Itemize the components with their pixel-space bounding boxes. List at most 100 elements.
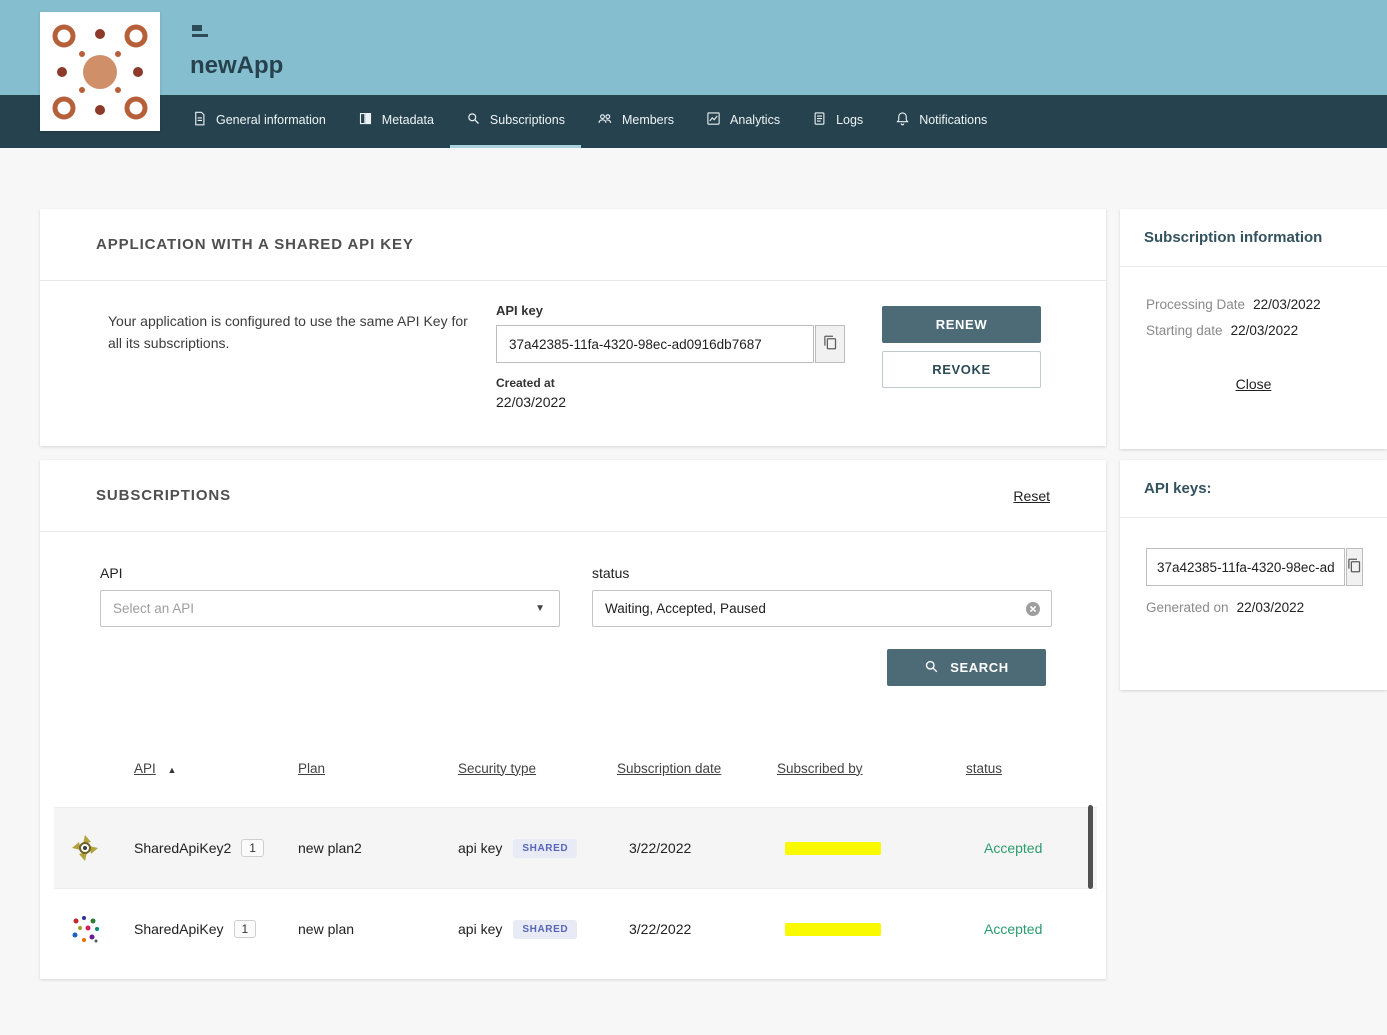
tab-logs[interactable]: Logs bbox=[796, 95, 879, 148]
shared-api-key-card-header: APPLICATION WITH A SHARED API KEY bbox=[40, 209, 1106, 281]
clipboard-icon bbox=[823, 335, 838, 353]
security-type-cell: api key SHARED bbox=[458, 839, 613, 858]
app-logo-pattern bbox=[48, 20, 152, 124]
security-type-cell: api key SHARED bbox=[458, 920, 613, 939]
column-header-security-type: Security type bbox=[458, 761, 613, 776]
shared-key-description: Your application is configured to use th… bbox=[108, 311, 480, 354]
column-header-plan: Plan bbox=[298, 761, 458, 776]
tab-label: Metadata bbox=[382, 113, 434, 127]
app-logo bbox=[40, 12, 160, 131]
security-type: api key bbox=[458, 840, 502, 856]
copy-api-key-button[interactable] bbox=[815, 325, 845, 363]
chart-icon bbox=[706, 111, 721, 129]
sort-link-plan[interactable]: Plan bbox=[298, 761, 325, 776]
panel-title: Subscription information bbox=[1144, 229, 1322, 246]
shared-api-key-card: APPLICATION WITH A SHARED API KEY Your a… bbox=[40, 209, 1106, 446]
api-name: SharedApiKey2 bbox=[134, 840, 231, 856]
shared-chip: SHARED bbox=[513, 920, 577, 939]
subscriptions-table: API ▲ Plan Security type Subscription da… bbox=[54, 729, 1097, 969]
api-keys-body: Generated on 22/03/2022 bbox=[1120, 518, 1387, 615]
document-icon bbox=[192, 111, 207, 129]
panel-title: API keys: bbox=[1144, 480, 1212, 497]
subscription-filters: API ▼ status SEARCH bbox=[40, 537, 1106, 729]
created-at-block: Created at 22/03/2022 bbox=[496, 376, 845, 410]
api-keys-panel: API keys: Generated on 22/03/2022 bbox=[1120, 460, 1387, 690]
tab-notifications[interactable]: Notifications bbox=[879, 95, 1003, 148]
processing-date-row: Processing Date 22/03/2022 bbox=[1146, 297, 1361, 312]
redacted-highlight bbox=[785, 842, 881, 855]
api-count-badge: 1 bbox=[241, 839, 264, 857]
subscription-information-header: Subscription information bbox=[1120, 209, 1387, 267]
api-count-badge: 1 bbox=[234, 920, 257, 938]
shared-chip: SHARED bbox=[513, 839, 577, 858]
created-at-value: 22/03/2022 bbox=[496, 394, 845, 410]
revoke-button[interactable]: REVOKE bbox=[882, 351, 1041, 388]
status-cell: Accepted bbox=[948, 840, 1097, 856]
bell-icon bbox=[895, 111, 910, 129]
status-select[interactable] bbox=[592, 590, 1052, 627]
starting-date-label: Starting date bbox=[1146, 323, 1223, 338]
table-row[interactable]: SharedApiKey 1 new plan api key SHARED 3… bbox=[54, 888, 1097, 969]
status-cell: Accepted bbox=[948, 921, 1097, 937]
app-type-icon bbox=[190, 28, 210, 45]
sort-link-status[interactable]: status bbox=[966, 761, 1002, 776]
people-icon bbox=[597, 111, 613, 129]
sort-link-api[interactable]: API bbox=[134, 761, 156, 776]
scrollbar-thumb[interactable] bbox=[1088, 805, 1093, 889]
tab-analytics[interactable]: Analytics bbox=[690, 95, 796, 148]
api-select[interactable]: ▼ bbox=[100, 590, 560, 627]
tab-subscriptions[interactable]: Subscriptions bbox=[450, 95, 581, 148]
tab-general-information[interactable]: General information bbox=[176, 95, 342, 148]
api-name-cell: SharedApiKey2 1 bbox=[116, 839, 298, 857]
table-header-row: API ▲ Plan Security type Subscription da… bbox=[54, 729, 1097, 807]
sort-link-subscription-date[interactable]: Subscription date bbox=[617, 761, 721, 776]
subscriptions-card-header: SUBSCRIPTIONS Reset bbox=[40, 460, 1106, 532]
security-type: api key bbox=[458, 921, 502, 937]
api-key-input[interactable] bbox=[496, 325, 814, 363]
tab-label: Analytics bbox=[730, 113, 780, 127]
starting-date-row: Starting date 22/03/2022 bbox=[1146, 323, 1361, 338]
app-header: newApp bbox=[0, 0, 1387, 95]
search-button[interactable]: SEARCH bbox=[887, 649, 1046, 686]
plan-cell: new plan2 bbox=[298, 840, 458, 856]
tab-label: Logs bbox=[836, 113, 863, 127]
renew-button[interactable]: RENEW bbox=[882, 306, 1041, 343]
clipboard-icon bbox=[1347, 558, 1362, 576]
status-filter: status bbox=[592, 565, 1052, 627]
api-select-input[interactable] bbox=[101, 601, 535, 616]
close-link[interactable]: Close bbox=[1236, 376, 1272, 392]
copy-api-key-button[interactable] bbox=[1346, 548, 1363, 586]
table-row[interactable]: SharedApiKey2 1 new plan2 api key SHARED… bbox=[54, 807, 1097, 888]
tab-label: Members bbox=[622, 113, 674, 127]
processing-date-value: 22/03/2022 bbox=[1253, 297, 1321, 312]
processing-date-label: Processing Date bbox=[1146, 297, 1245, 312]
plan-cell: new plan bbox=[298, 921, 458, 937]
app-icon bbox=[54, 914, 116, 944]
page-title: newApp bbox=[190, 52, 283, 80]
app-title-block: newApp bbox=[190, 24, 283, 80]
card-title: APPLICATION WITH A SHARED API KEY bbox=[96, 236, 414, 253]
api-key-label: API key bbox=[496, 303, 845, 318]
sort-link-security-type[interactable]: Security type bbox=[458, 761, 536, 776]
subscribed-by-cell bbox=[773, 923, 948, 936]
api-filter-label: API bbox=[100, 565, 560, 581]
app-icon bbox=[54, 833, 116, 863]
generated-on-label: Generated on bbox=[1146, 600, 1229, 615]
page: newApp General information Metadata Subs… bbox=[0, 0, 1387, 1035]
sidebar-api-key-input[interactable] bbox=[1146, 548, 1345, 586]
subscription-date-cell: 3/22/2022 bbox=[613, 921, 773, 937]
status-select-input[interactable] bbox=[593, 601, 1025, 616]
api-name-cell: SharedApiKey 1 bbox=[116, 920, 298, 938]
status-filter-label: status bbox=[592, 565, 1052, 581]
api-key-block: API key Created at 22/03/2022 bbox=[496, 303, 845, 410]
main-nav: General information Metadata Subscriptio… bbox=[0, 95, 1387, 148]
tab-members[interactable]: Members bbox=[581, 95, 690, 148]
sort-link-subscribed-by[interactable]: Subscribed by bbox=[777, 761, 863, 776]
tab-metadata[interactable]: Metadata bbox=[342, 95, 450, 148]
reset-link[interactable]: Reset bbox=[1013, 488, 1050, 504]
clear-circle-icon[interactable] bbox=[1025, 601, 1041, 617]
starting-date-value: 22/03/2022 bbox=[1231, 323, 1299, 338]
api-keys-header: API keys: bbox=[1120, 460, 1387, 518]
column-header-status: status bbox=[948, 761, 1097, 776]
tab-label: General information bbox=[216, 113, 326, 127]
